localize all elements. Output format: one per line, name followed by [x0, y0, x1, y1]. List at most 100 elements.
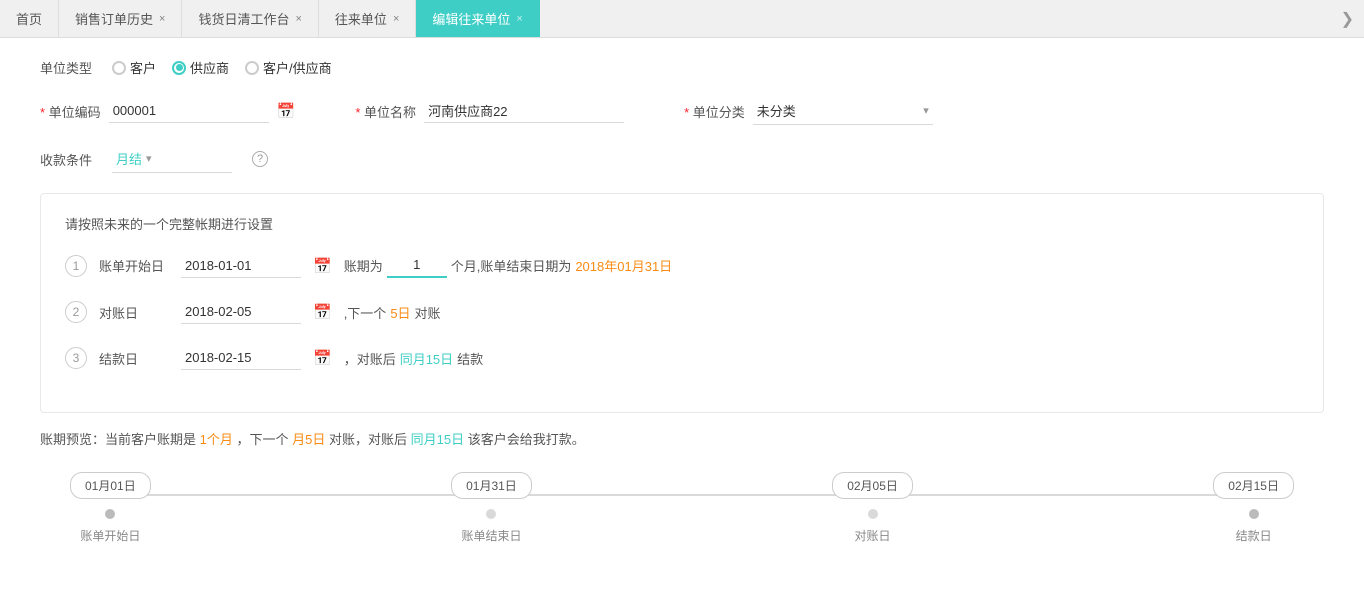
- step-label-2: 对账日: [99, 303, 169, 322]
- timeline-dot-3: [868, 509, 878, 519]
- preview-suffix: 该客户会给我打款。: [468, 432, 585, 447]
- payment-date-calendar-icon[interactable]: 📅: [313, 349, 332, 367]
- tab-partner-unit-label: 往来单位: [335, 9, 387, 28]
- preview-label: 账期预览：当前客户账期是: [40, 432, 196, 447]
- payment-terms-dropdown-icon: ▾: [146, 152, 152, 165]
- timeline-node-3: 02月05日 对账日: [832, 472, 913, 544]
- unit-code-group: 单位编码 📅: [40, 99, 295, 123]
- step-num-1: 1: [65, 255, 87, 277]
- step2-text: ,下一个 5日 对账: [344, 303, 441, 322]
- start-date-input[interactable]: [181, 254, 301, 278]
- start-date-calendar-icon[interactable]: 📅: [313, 257, 332, 275]
- unit-name-input[interactable]: [424, 99, 624, 123]
- payment-date-input[interactable]: [181, 346, 301, 370]
- preview-part3: 同月15日: [411, 432, 464, 447]
- tab-sales-history[interactable]: 销售订单历史 ×: [59, 0, 182, 37]
- step2-highlight: 5日: [390, 303, 410, 322]
- radio-both[interactable]: 客户/供应商: [245, 58, 332, 77]
- step3-prefix: ，对账后: [344, 349, 396, 368]
- radio-supplier-label: 供应商: [190, 58, 229, 77]
- reconcile-date-input[interactable]: [181, 300, 301, 324]
- tab-sales-history-close[interactable]: ×: [159, 13, 165, 25]
- tab-cash-work[interactable]: 钱货日清工作台 ×: [182, 0, 318, 37]
- step3-suffix: 结款: [457, 349, 483, 368]
- radio-both-label: 客户/供应商: [263, 58, 332, 77]
- radio-customer[interactable]: 客户: [112, 58, 156, 77]
- payment-terms-select[interactable]: 月结 ▾: [112, 145, 232, 173]
- billing-period-card: 请按照未来的一个完整帐期进行设置 1 账单开始日 📅 账期为 个月,账单结束日期…: [40, 193, 1324, 413]
- timeline-badge-1: 01月01日: [70, 472, 151, 499]
- step-row-3: 3 结款日 📅 ，对账后 同月15日 结款: [65, 346, 1299, 370]
- payment-terms-help-icon[interactable]: ?: [252, 151, 268, 167]
- unit-category-select[interactable]: 未分类 ▾: [753, 97, 933, 125]
- timeline-node-2: 01月31日 账单结束日: [451, 472, 532, 544]
- unit-type-label: 单位类型: [40, 58, 92, 77]
- tab-cash-work-label: 钱货日清工作台: [198, 9, 289, 28]
- timeline-badge-4: 02月15日: [1213, 472, 1294, 499]
- step2-prefix: ,下一个: [344, 303, 387, 322]
- step-label-1: 账单开始日: [99, 256, 169, 275]
- unit-code-label: 单位编码: [40, 102, 101, 121]
- unit-code-input[interactable]: [109, 99, 269, 123]
- tab-home[interactable]: 首页: [0, 0, 59, 37]
- step-label-3: 结款日: [99, 349, 169, 368]
- tab-edit-partner[interactable]: 编辑往来单位 ×: [416, 0, 539, 37]
- reconcile-date-calendar-icon[interactable]: 📅: [313, 303, 332, 321]
- tab-partner-unit[interactable]: 往来单位 ×: [319, 0, 416, 37]
- timeline-dot-2: [486, 509, 496, 519]
- timeline-badge-2: 01月31日: [451, 472, 532, 499]
- unit-category-dropdown-icon: ▾: [923, 104, 929, 117]
- unit-category-value: 未分类: [757, 101, 796, 120]
- timeline-label-4: 结款日: [1236, 527, 1272, 544]
- step1-prefix: 账期为: [344, 256, 383, 275]
- step-row-1: 1 账单开始日 📅 账期为 个月,账单结束日期为 2018年01月31日: [65, 253, 1299, 278]
- radio-customer-label: 客户: [130, 58, 156, 77]
- timeline-badge-3: 02月05日: [832, 472, 913, 499]
- unit-info-row: 单位编码 📅 单位名称 单位分类 未分类 ▾: [40, 97, 1324, 125]
- timeline-label-1: 账单开始日: [80, 527, 140, 544]
- timeline-label-2: 账单结束日: [461, 527, 521, 544]
- preview-part2: 月5日: [292, 432, 325, 447]
- step-row-2: 2 对账日 📅 ,下一个 5日 对账: [65, 300, 1299, 324]
- step3-highlight: 同月15日: [400, 349, 453, 368]
- tab-expand-button[interactable]: ❯: [1331, 0, 1364, 37]
- unit-name-label: 单位名称: [355, 102, 416, 121]
- tab-sales-history-label: 销售订单历史: [75, 9, 153, 28]
- preview-sep1: ，下一个: [237, 432, 289, 447]
- radio-supplier[interactable]: 供应商: [172, 58, 229, 77]
- unit-name-group: 单位名称: [355, 99, 624, 123]
- step1-end-date: 2018年01月31日: [575, 256, 672, 275]
- step-num-2: 2: [65, 301, 87, 323]
- unit-category-group: 单位分类 未分类 ▾: [684, 97, 933, 125]
- unit-code-calendar-icon[interactable]: 📅: [277, 102, 296, 120]
- payment-terms-row: 收款条件 月结 ▾ ?: [40, 145, 1324, 173]
- timeline-node-4: 02月15日 结款日: [1213, 472, 1294, 544]
- radio-supplier-circle: [172, 61, 186, 75]
- card-hint: 请按照未来的一个完整帐期进行设置: [65, 214, 1299, 233]
- timeline-dot-1: [105, 509, 115, 519]
- tabs-bar: 首页 销售订单历史 × 钱货日清工作台 × 往来单位 × 编辑往来单位 × ❯: [0, 0, 1364, 38]
- timeline-label-3: 对账日: [855, 527, 891, 544]
- step1-suffix: 个月,账单结束日期为: [451, 256, 572, 275]
- unit-category-label: 单位分类: [684, 102, 745, 121]
- tab-home-label: 首页: [16, 9, 42, 28]
- timeline-container: 01月01日 账单开始日 01月31日 账单结束日 02月05日 对账日: [40, 472, 1324, 544]
- step1-text: 账期为 个月,账单结束日期为 2018年01月31日: [344, 253, 672, 278]
- preview-part1: 1个月: [200, 432, 233, 447]
- tab-partner-unit-close[interactable]: ×: [393, 13, 399, 25]
- tab-edit-partner-close[interactable]: ×: [516, 13, 522, 25]
- payment-terms-label: 收款条件: [40, 150, 92, 169]
- radio-customer-circle: [112, 61, 126, 75]
- preview-text: 账期预览：当前客户账期是 1个月 ，下一个 月5日 对账，对账后 同月15日 该…: [40, 429, 1324, 448]
- tab-cash-work-close[interactable]: ×: [295, 13, 301, 25]
- step3-text: ，对账后 同月15日 结款: [344, 349, 484, 368]
- unit-type-row: 单位类型 客户 供应商 客户/供应商: [40, 58, 1324, 77]
- tab-edit-partner-label: 编辑往来单位: [432, 9, 510, 28]
- unit-type-radio-group: 客户 供应商 客户/供应商: [112, 58, 332, 77]
- step2-suffix: 对账: [415, 303, 441, 322]
- month-input[interactable]: [387, 253, 447, 278]
- timeline-node-1: 01月01日 账单开始日: [70, 472, 151, 544]
- preview-sep2: 对账，对账后: [329, 432, 407, 447]
- step-num-3: 3: [65, 347, 87, 369]
- payment-terms-value: 月结: [116, 149, 142, 168]
